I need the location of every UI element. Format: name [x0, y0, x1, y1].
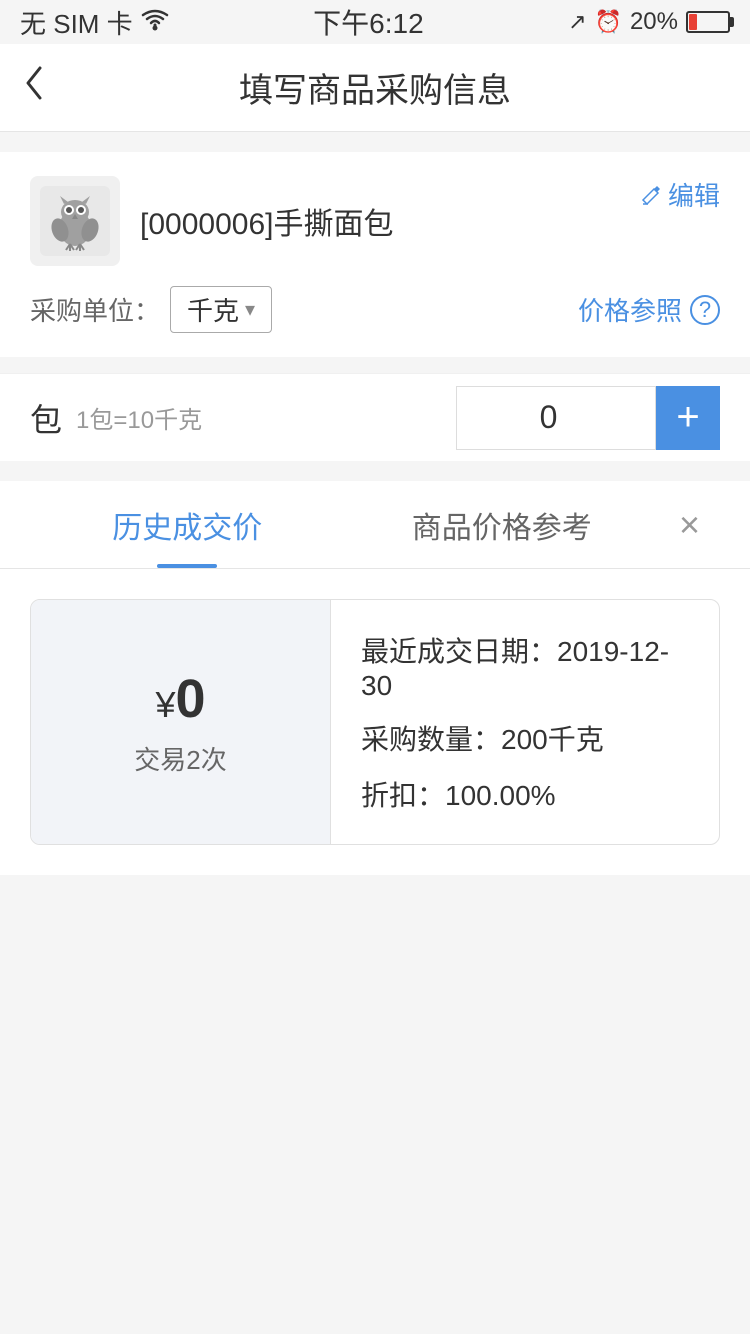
status-left: 无 SIM 卡 [20, 4, 169, 41]
product-card: [0000006]手撕面包 编辑 采购单位： 千克 ▾ 价格参照 ? [0, 152, 750, 357]
history-section: ¥0 交易2次 最近成交日期：2019-12-30 采购数量：200千克 折扣：… [0, 569, 750, 875]
quantity-input[interactable] [456, 386, 656, 450]
discount-row: 折扣：100.00% [361, 774, 689, 814]
close-panel-button[interactable]: × [659, 494, 720, 556]
battery-icon [686, 11, 730, 33]
product-thumbnail [30, 176, 120, 266]
status-bar: 无 SIM 卡 下午6:12 ↗ ⏰ 20% [0, 0, 750, 44]
bottom-panel: 历史成交价 商品价格参考 × ¥0 交易2次 最近成交日期：2019-12-30 [0, 481, 750, 875]
product-image [40, 186, 110, 256]
tab-product-price-ref-label: 商品价格参考 [412, 503, 592, 547]
unit-selector[interactable]: 千克 ▾ [170, 286, 272, 333]
tab-active-indicator [157, 564, 217, 568]
tab-product-price-ref[interactable]: 商品价格参考 [344, 481, 658, 568]
help-icon: ? [690, 295, 720, 325]
discount-value: 100.00% [445, 780, 556, 811]
close-icon: × [679, 504, 700, 545]
alarm-icon: ⏰ [595, 9, 622, 35]
purchase-qty-row: 采购数量：200千克 [361, 718, 689, 758]
history-price-value: ¥0 [155, 668, 205, 730]
purchase-qty-value: 200千克 [501, 724, 604, 755]
product-info: [0000006]手撕面包 [30, 176, 393, 266]
recent-date-row: 最近成交日期：2019-12-30 [361, 630, 689, 702]
product-name: [0000006]手撕面包 [140, 199, 393, 243]
edit-icon [640, 184, 662, 206]
edit-label: 编辑 [668, 176, 720, 213]
wifi-icon [141, 7, 169, 38]
trades-count: 交易2次 [134, 740, 226, 777]
purchase-unit-label: 采购单位： [30, 291, 160, 328]
quantity-input-group: + [456, 386, 720, 450]
history-details: 最近成交日期：2019-12-30 采购数量：200千克 折扣：100.00% [331, 600, 719, 844]
section-divider-1 [0, 357, 750, 373]
price-ref-label: 价格参照 [578, 291, 682, 328]
location-icon: ↗ [568, 9, 586, 35]
purchase-qty-label: 采购数量： [361, 724, 501, 755]
currency-symbol: ¥ [155, 684, 175, 725]
product-footer: 采购单位： 千克 ▾ 价格参照 ? [30, 286, 720, 333]
quantity-label: 包 1包=10千克 [30, 395, 456, 441]
page-title: 填写商品采购信息 [239, 63, 511, 112]
carrier-text: 无 SIM 卡 [20, 4, 133, 41]
status-time: 下午6:12 [313, 2, 424, 42]
history-card: ¥0 交易2次 最近成交日期：2019-12-30 采购数量：200千克 折扣：… [30, 599, 720, 845]
product-header: [0000006]手撕面包 编辑 [30, 176, 720, 266]
back-button[interactable] [24, 66, 44, 109]
quantity-plus-button[interactable]: + [656, 386, 720, 450]
quantity-row: 包 1包=10千克 + [0, 373, 750, 461]
conversion-note: 1包=10千克 [76, 400, 202, 435]
purchase-unit: 采购单位： 千克 ▾ [30, 286, 272, 333]
price-ref-button[interactable]: 价格参照 ? [578, 291, 720, 328]
history-price-summary: ¥0 交易2次 [31, 600, 331, 844]
tab-bar: 历史成交价 商品价格参考 × [0, 481, 750, 569]
discount-label: 折扣： [361, 780, 445, 811]
status-right: ↗ ⏰ 20% [568, 8, 730, 36]
dropdown-arrow-icon: ▾ [245, 297, 255, 322]
unit-label: 包 [30, 395, 62, 441]
nav-bar: 填写商品采购信息 [0, 44, 750, 132]
recent-date-label: 最近成交日期： [361, 636, 557, 667]
edit-button[interactable]: 编辑 [640, 176, 720, 213]
unit-value: 千克 [187, 291, 239, 328]
tab-history-price[interactable]: 历史成交价 [30, 481, 344, 568]
tab-history-price-label: 历史成交价 [112, 503, 262, 547]
battery-percent: 20% [630, 8, 678, 36]
